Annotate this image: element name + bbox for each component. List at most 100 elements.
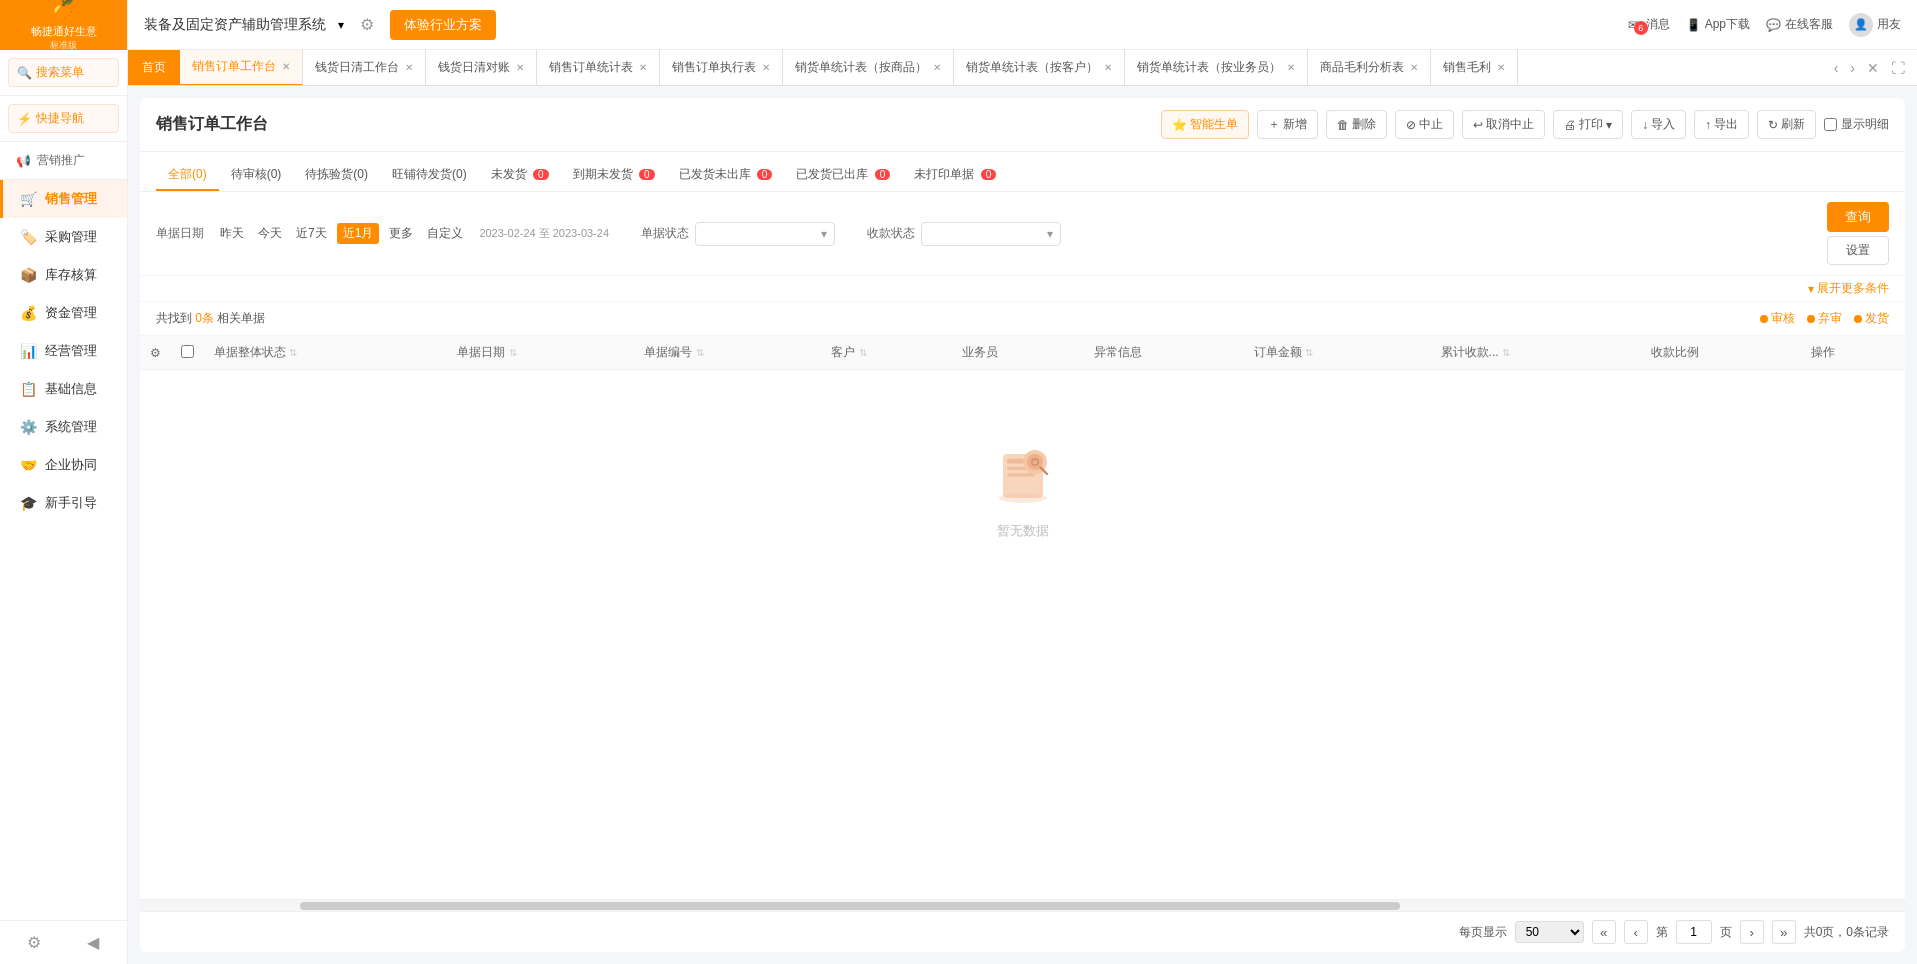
user-item[interactable]: 👤 用友 — [1849, 13, 1901, 37]
collapse-btn[interactable]: ◀ — [68, 929, 120, 956]
tab-sales-profit[interactable]: 销售毛利 ✕ — [1431, 50, 1518, 86]
sort-number-icon[interactable]: ⇅ — [696, 347, 704, 358]
import-btn[interactable]: ↓ 导入 — [1631, 110, 1686, 139]
header-right-area: ✉ 6 消息 📱 App下载 💬 在线客服 👤 用友 — [1628, 13, 1901, 37]
sidebar-item-sales[interactable]: 🛒 销售管理 — [0, 180, 127, 218]
last-page-btn[interactable]: » — [1772, 920, 1796, 944]
first-page-btn[interactable]: « — [1592, 920, 1616, 944]
close-sales-profit-icon[interactable]: ✕ — [1497, 62, 1505, 73]
page-size-select[interactable]: 50 10 20 100 — [1515, 921, 1584, 943]
select-all-checkbox[interactable] — [181, 345, 194, 358]
tab-next-btn[interactable]: › — [1846, 58, 1859, 78]
sort-date-icon[interactable]: ⇅ — [509, 347, 517, 358]
prev-page-btn[interactable]: ‹ — [1624, 920, 1648, 944]
tab-sales-summary-staff[interactable]: 销货单统计表（按业务员） ✕ — [1125, 50, 1308, 86]
tab-close-all-btn[interactable]: ✕ — [1863, 58, 1883, 78]
sub-tab-pending-check[interactable]: 待拣验货(0) — [293, 160, 380, 191]
col-number-label: 单据编号 — [644, 345, 692, 359]
sub-tab-all[interactable]: 全部(0) — [156, 160, 219, 191]
sort-status-icon[interactable]: ⇅ — [289, 347, 297, 358]
review-action[interactable]: 审核 — [1760, 310, 1795, 327]
settings-icon-btn[interactable]: ⚙ — [8, 929, 60, 956]
trial-btn[interactable]: 体验行业方案 — [390, 10, 496, 40]
set-btn[interactable]: 设置 — [1827, 236, 1889, 265]
sort-customer-icon[interactable]: ⇅ — [859, 347, 867, 358]
sub-tab-not-printed[interactable]: 未打印单据 0 — [902, 160, 1008, 191]
close-summary-staff-icon[interactable]: ✕ — [1287, 62, 1295, 73]
page-number-input[interactable] — [1676, 920, 1712, 944]
sidebar-item-purchase[interactable]: 🏷️ 采购管理 — [0, 218, 127, 256]
next-page-btn[interactable]: › — [1740, 920, 1764, 944]
quick-nav-button[interactable]: ⚡ 快捷导航 — [8, 104, 119, 133]
horizontal-scrollbar[interactable] — [140, 899, 1905, 911]
export-btn[interactable]: ↑ 导出 — [1694, 110, 1749, 139]
sub-tab-not-shipped[interactable]: 未发货 0 — [479, 160, 561, 191]
tab-sales-exec[interactable]: 销售订单执行表 ✕ — [660, 50, 783, 86]
show-detail-checkbox[interactable] — [1824, 118, 1837, 131]
sort-amount-icon[interactable]: ⇅ — [1305, 347, 1313, 358]
payment-dropdown[interactable] — [921, 222, 1061, 246]
close-summary-product-icon[interactable]: ✕ — [933, 62, 941, 73]
date-custom[interactable]: 自定义 — [423, 223, 467, 244]
date-yesterday[interactable]: 昨天 — [216, 223, 248, 244]
tab-cash-reconcile[interactable]: 钱货日清对账 ✕ — [426, 50, 537, 86]
date-more[interactable]: 更多 — [385, 223, 417, 244]
close-sales-stats-icon[interactable]: ✕ — [639, 62, 647, 73]
refresh-btn[interactable]: ↻ 刷新 — [1757, 110, 1816, 139]
search-menu-button[interactable]: 🔍 搜索菜单 — [8, 58, 119, 87]
operations-icon: 📊 — [19, 343, 37, 359]
sort-collected-icon[interactable]: ⇅ — [1502, 347, 1510, 358]
tab-cash-daily[interactable]: 钱货日清工作台 ✕ — [303, 50, 426, 86]
sub-tab-overdue-ship[interactable]: 到期未发货 0 — [561, 160, 667, 191]
date-1month[interactable]: 近1月 — [337, 223, 380, 244]
settings-icon[interactable]: ⚙ — [150, 346, 161, 360]
add-btn[interactable]: ＋ 新增 — [1257, 110, 1318, 139]
ship-action[interactable]: 发货 — [1854, 310, 1889, 327]
sidebar-item-inventory[interactable]: 📦 库存核算 — [0, 256, 127, 294]
online-service-item[interactable]: 💬 在线客服 — [1766, 16, 1833, 33]
sub-tab-pending-review[interactable]: 待审核(0) — [219, 160, 294, 191]
tab-fullscreen-btn[interactable]: ⛶ — [1887, 58, 1909, 78]
smart-create-btn[interactable]: ⭐ 智能生单 — [1161, 110, 1249, 139]
close-sales-workbench-icon[interactable]: ✕ — [282, 61, 290, 72]
close-sales-exec-icon[interactable]: ✕ — [762, 62, 770, 73]
sidebar-item-guide[interactable]: 🎓 新手引导 — [0, 484, 127, 522]
expand-btn[interactable]: ▾ 展开更多条件 — [1808, 280, 1889, 297]
tab-sales-summary-product[interactable]: 销货单统计表（按商品） ✕ — [783, 50, 954, 86]
delete-btn[interactable]: 🗑 删除 — [1326, 110, 1387, 139]
sidebar-item-collab[interactable]: 🤝 企业协同 — [0, 446, 127, 484]
close-summary-customer-icon[interactable]: ✕ — [1104, 62, 1112, 73]
header-settings-button[interactable]: ⚙ — [356, 11, 378, 38]
tab-home[interactable]: 首页 — [128, 50, 180, 86]
tab-sales-stats[interactable]: 销售订单统计表 ✕ — [537, 50, 660, 86]
tab-goods-margin[interactable]: 商品毛利分析表 ✕ — [1308, 50, 1431, 86]
promo-button[interactable]: 📢 营销推广 — [8, 148, 119, 173]
sub-tab-wangpu-ship[interactable]: 旺铺待发货(0) — [380, 160, 479, 191]
close-cash-reconcile-icon[interactable]: ✕ — [516, 62, 524, 73]
tab-sales-workbench[interactable]: 销售订单工作台 ✕ — [180, 50, 303, 86]
sidebar-item-system[interactable]: ⚙️ 系统管理 — [0, 408, 127, 446]
date-today[interactable]: 今天 — [254, 223, 286, 244]
messages-item[interactable]: ✉ 6 消息 — [1628, 16, 1670, 33]
stop-btn[interactable]: ⊘ 中止 — [1395, 110, 1454, 139]
sidebar-item-operations[interactable]: 📊 经营管理 — [0, 332, 127, 370]
close-cash-daily-icon[interactable]: ✕ — [405, 62, 413, 73]
shipped-not-out-badge: 0 — [757, 169, 773, 180]
query-btn[interactable]: 查询 — [1827, 202, 1889, 232]
sidebar-item-finance[interactable]: 💰 资金管理 — [0, 294, 127, 332]
cancel-stop-btn[interactable]: ↩ 取消中止 — [1462, 110, 1545, 139]
date-7days[interactable]: 近7天 — [292, 223, 331, 244]
close-goods-margin-icon[interactable]: ✕ — [1410, 62, 1418, 73]
tab-sales-summary-customer[interactable]: 销货单统计表（按客户） ✕ — [954, 50, 1125, 86]
show-detail-label[interactable]: 显示明细 — [1824, 116, 1889, 133]
app-download-item[interactable]: 📱 App下载 — [1686, 16, 1750, 33]
tab-sales-summary-customer-label: 销货单统计表（按客户） — [966, 59, 1098, 76]
sidebar-item-basic[interactable]: 📋 基础信息 — [0, 370, 127, 408]
sub-tab-shipped-not-out[interactable]: 已发货未出库 0 — [667, 160, 785, 191]
print-btn[interactable]: 🖨 打印 ▾ — [1553, 110, 1623, 139]
scrollbar-thumb[interactable] — [300, 902, 1400, 910]
cancel-action[interactable]: 弃审 — [1807, 310, 1842, 327]
tab-prev-btn[interactable]: ‹ — [1830, 58, 1843, 78]
sub-tab-shipped-out[interactable]: 已发货已出库 0 — [784, 160, 902, 191]
status-dropdown[interactable] — [695, 222, 835, 246]
